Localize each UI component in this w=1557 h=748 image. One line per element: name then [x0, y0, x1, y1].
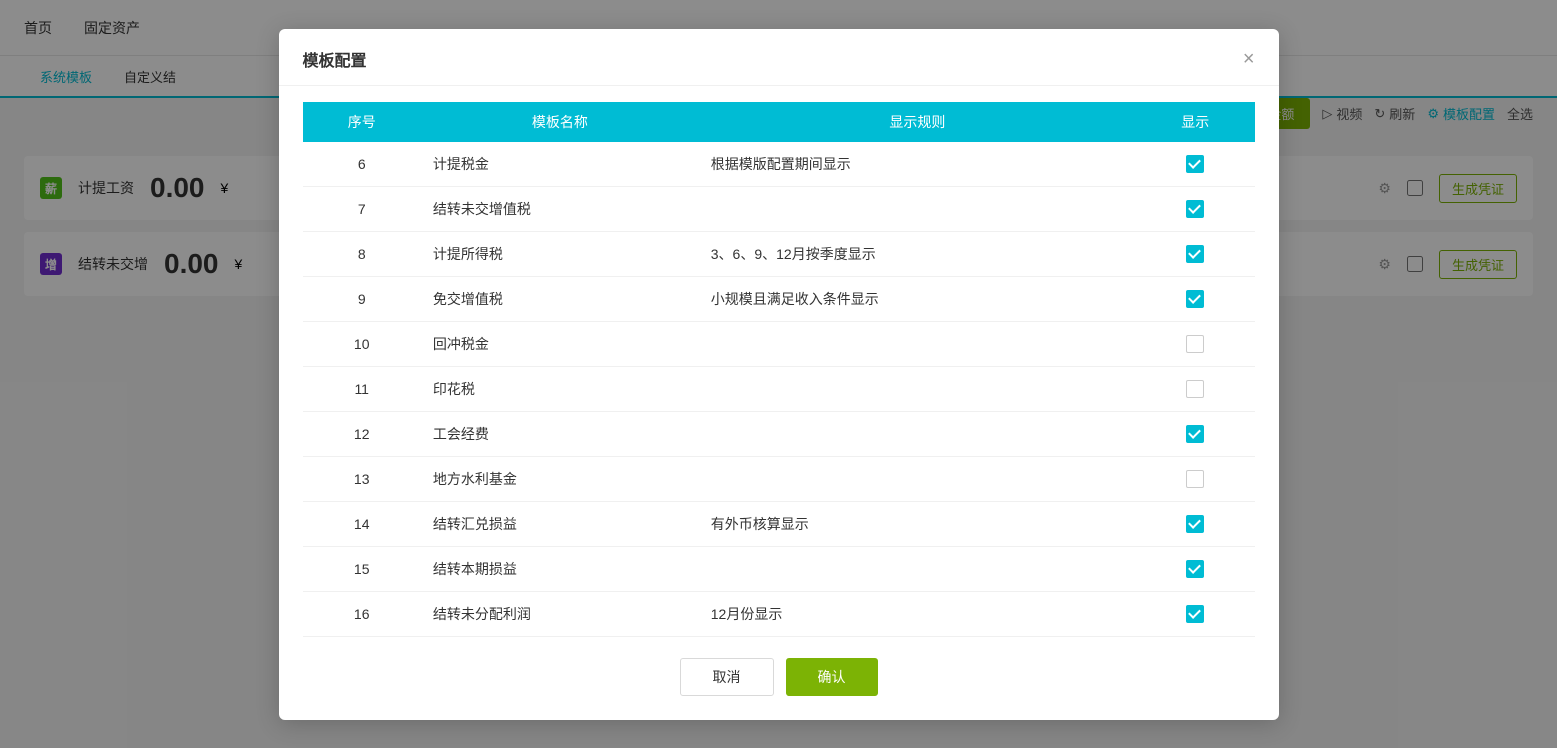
- table-row: 6计提税金根据模版配置期间显示: [303, 142, 1255, 187]
- table-row: 7结转未交增值税: [303, 186, 1255, 231]
- cell-rule: [699, 186, 1136, 231]
- cell-checkbox: [1136, 501, 1254, 546]
- cell-rule: 根据模版配置期间显示: [699, 142, 1136, 187]
- cell-checkbox: [1136, 546, 1254, 591]
- checkbox-row-15[interactable]: [1186, 560, 1204, 578]
- cell-rule: [699, 366, 1136, 411]
- background-page: 首页 固定资产 系统模板 自定义结 测算金额 ▷ 视频 ↻ 刷新 ⚙ 模板配置 …: [0, 0, 1557, 748]
- cell-name: 地方水利基金: [421, 456, 699, 501]
- checkbox-row-14[interactable]: [1186, 515, 1204, 533]
- checkbox-row-11[interactable]: [1186, 380, 1204, 398]
- cell-name: 回冲税金: [421, 321, 699, 366]
- checkbox-row-9[interactable]: [1186, 290, 1204, 308]
- cancel-button[interactable]: 取消: [680, 658, 774, 696]
- overlay: 模板配置 × 序号 模板名称 显示规则 显示: [0, 0, 1557, 748]
- table-row: 10回冲税金: [303, 321, 1255, 366]
- modal-body: 序号 模板名称 显示规则 显示 6计提税金根据模版配置期间显示7结转未交增值税8…: [279, 86, 1279, 646]
- cell-checkbox: [1136, 321, 1254, 366]
- cell-checkbox: [1136, 186, 1254, 231]
- cell-index: 6: [303, 142, 421, 187]
- checkbox-row-16[interactable]: [1186, 605, 1204, 623]
- table-row: 15结转本期损益: [303, 546, 1255, 591]
- checkbox-row-7[interactable]: [1186, 200, 1204, 218]
- table-row: 12工会经费: [303, 411, 1255, 456]
- table-row: 16结转未分配利润12月份显示: [303, 591, 1255, 636]
- cell-name: 计提所得税: [421, 231, 699, 276]
- cell-index: 16: [303, 591, 421, 636]
- cell-rule: 12月份显示: [699, 591, 1136, 636]
- cell-checkbox: [1136, 411, 1254, 456]
- cell-name: 结转本期损益: [421, 546, 699, 591]
- config-table: 序号 模板名称 显示规则 显示 6计提税金根据模版配置期间显示7结转未交增值税8…: [303, 102, 1255, 637]
- cell-name: 免交增值税: [421, 276, 699, 321]
- cell-name: 印花税: [421, 366, 699, 411]
- cell-index: 9: [303, 276, 421, 321]
- table-row: 9免交增值税小规模且满足收入条件显示: [303, 276, 1255, 321]
- table-row: 8计提所得税3、6、9、12月按季度显示: [303, 231, 1255, 276]
- modal-title: 模板配置: [303, 47, 367, 71]
- modal-template-config: 模板配置 × 序号 模板名称 显示规则 显示: [279, 29, 1279, 720]
- col-index: 序号: [303, 102, 421, 142]
- cell-name: 结转未分配利润: [421, 591, 699, 636]
- checkbox-row-6[interactable]: [1186, 155, 1204, 173]
- cell-rule: [699, 546, 1136, 591]
- cell-rule: [699, 321, 1136, 366]
- cell-name: 工会经费: [421, 411, 699, 456]
- modal-header: 模板配置 ×: [279, 29, 1279, 86]
- table-row: 11印花税: [303, 366, 1255, 411]
- checkbox-row-8[interactable]: [1186, 245, 1204, 263]
- cell-rule: [699, 411, 1136, 456]
- modal-close-button[interactable]: ×: [1243, 49, 1255, 69]
- cell-checkbox: [1136, 231, 1254, 276]
- table-body: 6计提税金根据模版配置期间显示7结转未交增值税8计提所得税3、6、9、12月按季…: [303, 142, 1255, 637]
- cell-index: 13: [303, 456, 421, 501]
- checkbox-row-12[interactable]: [1186, 425, 1204, 443]
- col-rule: 显示规则: [699, 102, 1136, 142]
- cell-checkbox: [1136, 591, 1254, 636]
- col-name: 模板名称: [421, 102, 699, 142]
- checkbox-row-10[interactable]: [1186, 335, 1204, 353]
- cell-index: 14: [303, 501, 421, 546]
- cell-name: 结转汇兑损益: [421, 501, 699, 546]
- col-show: 显示: [1136, 102, 1254, 142]
- cell-checkbox: [1136, 142, 1254, 187]
- cell-checkbox: [1136, 366, 1254, 411]
- cell-index: 11: [303, 366, 421, 411]
- cell-rule: 有外币核算显示: [699, 501, 1136, 546]
- cell-rule: 3、6、9、12月按季度显示: [699, 231, 1136, 276]
- cell-checkbox: [1136, 276, 1254, 321]
- cell-rule: 小规模且满足收入条件显示: [699, 276, 1136, 321]
- cell-index: 10: [303, 321, 421, 366]
- cell-index: 8: [303, 231, 421, 276]
- table-row: 14结转汇兑损益有外币核算显示: [303, 501, 1255, 546]
- cell-name: 计提税金: [421, 142, 699, 187]
- cell-index: 15: [303, 546, 421, 591]
- cell-index: 12: [303, 411, 421, 456]
- modal-footer: 取消 确认: [279, 646, 1279, 696]
- table-header-row: 序号 模板名称 显示规则 显示: [303, 102, 1255, 142]
- cell-rule: [699, 456, 1136, 501]
- confirm-button[interactable]: 确认: [786, 658, 878, 696]
- cell-checkbox: [1136, 456, 1254, 501]
- checkbox-row-13[interactable]: [1186, 470, 1204, 488]
- cell-index: 7: [303, 186, 421, 231]
- table-row: 13地方水利基金: [303, 456, 1255, 501]
- cell-name: 结转未交增值税: [421, 186, 699, 231]
